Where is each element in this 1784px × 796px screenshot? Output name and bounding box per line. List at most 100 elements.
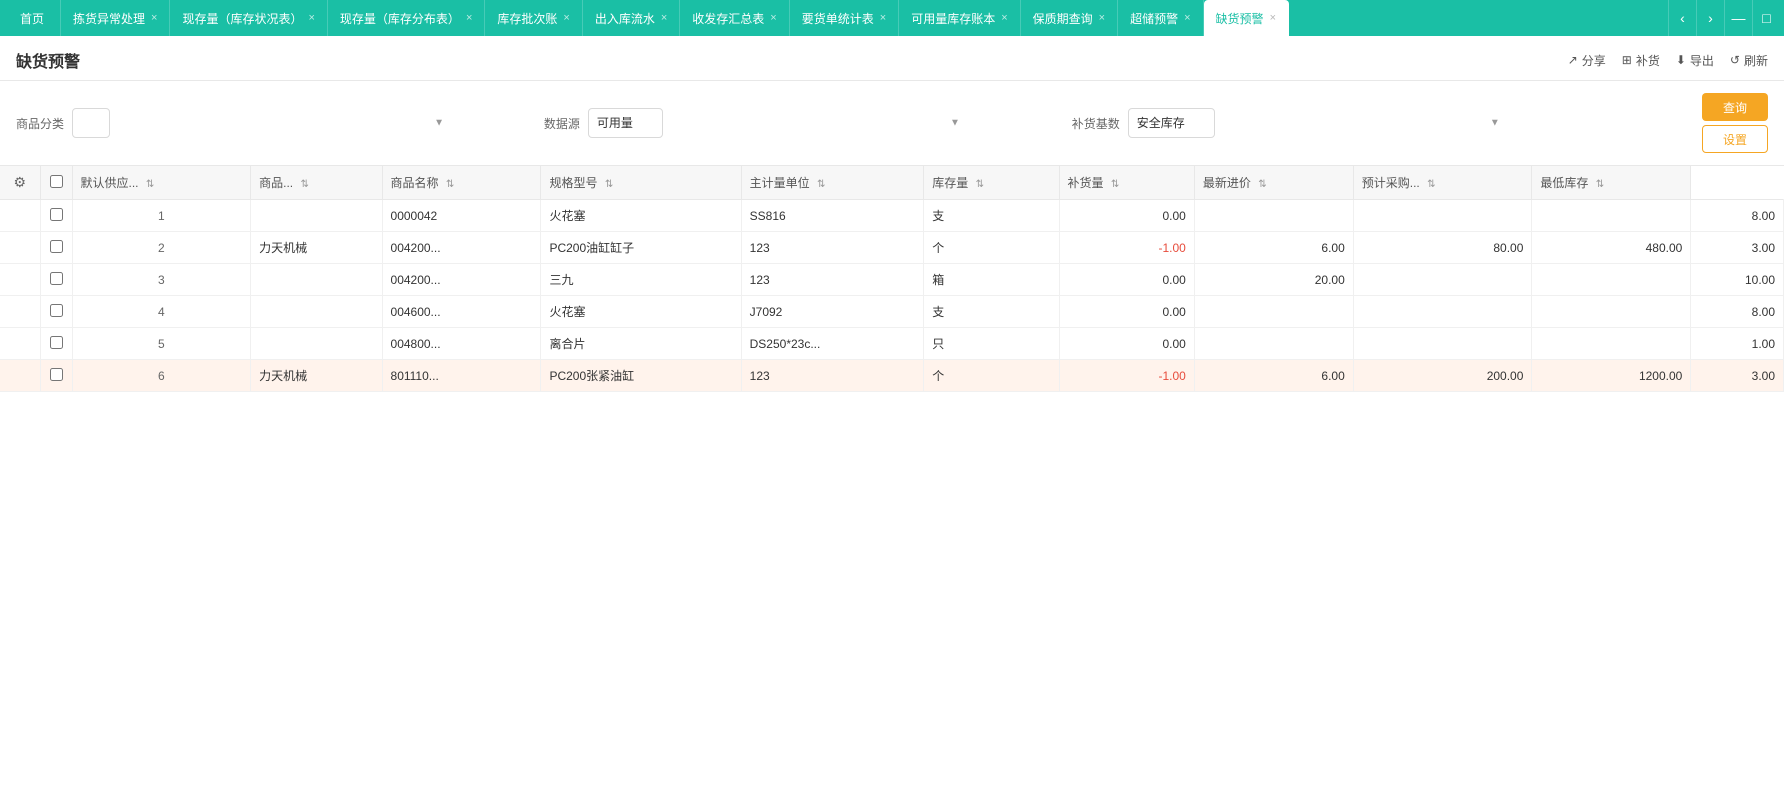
sort-stock-icon[interactable]: ⇅ bbox=[976, 179, 984, 190]
tab-close-overstock[interactable]: × bbox=[1184, 12, 1190, 24]
row-checkbox-1 bbox=[40, 232, 72, 264]
select-all-checkbox[interactable] bbox=[50, 175, 63, 188]
row-select-0[interactable] bbox=[50, 208, 63, 221]
row-stock-3: 0.00 bbox=[1059, 296, 1194, 328]
row-latest-price-1: 80.00 bbox=[1353, 232, 1532, 264]
row-select-2[interactable] bbox=[50, 272, 63, 285]
row-stock-0: 0.00 bbox=[1059, 200, 1194, 232]
tab-available[interactable]: 可用量库存账本 × bbox=[899, 0, 1020, 36]
row-checkbox-0 bbox=[40, 200, 72, 232]
tab-maximize[interactable]: □ bbox=[1752, 0, 1780, 36]
tab-minimize[interactable]: ― bbox=[1724, 0, 1752, 36]
row-name-2: 三九 bbox=[541, 264, 741, 296]
tab-close-shortage[interactable]: × bbox=[1270, 12, 1276, 24]
tab-abnormal[interactable]: 拣货异常处理 × bbox=[61, 0, 170, 36]
row-stock-4: 0.00 bbox=[1059, 328, 1194, 360]
row-select-5[interactable] bbox=[50, 368, 63, 381]
row-supplier-5: 力天机械 bbox=[251, 360, 382, 392]
settings-button[interactable]: 设置 bbox=[1702, 125, 1768, 153]
row-spec-2: 123 bbox=[741, 264, 924, 296]
category-select[interactable] bbox=[72, 108, 110, 138]
export-action[interactable]: ⬇ 导出 bbox=[1676, 52, 1714, 69]
row-replenish-5: 6.00 bbox=[1194, 360, 1353, 392]
replenish-basis-select[interactable]: 安全库存 bbox=[1128, 108, 1215, 138]
sort-price-icon[interactable]: ⇅ bbox=[1258, 179, 1266, 190]
sort-replenish-icon[interactable]: ⇅ bbox=[1111, 179, 1119, 190]
row-supplier-2 bbox=[251, 264, 382, 296]
row-estimated-purchase-5: 1200.00 bbox=[1532, 360, 1691, 392]
tab-receipt[interactable]: 收发存汇总表 × bbox=[680, 0, 789, 36]
sort-name-icon[interactable]: ⇅ bbox=[446, 179, 454, 190]
row-supplier-3 bbox=[251, 296, 382, 328]
data-table: ⚙ 默认供应... ⇅ 商品... ⇅ 商品名称 ⇅ bbox=[0, 165, 1784, 392]
data-source-chevron-icon: ▼ bbox=[950, 118, 960, 129]
tab-scroll-right[interactable]: › bbox=[1696, 0, 1724, 36]
row-num-1: 2 bbox=[72, 232, 251, 264]
row-spec-1: 123 bbox=[741, 232, 924, 264]
tab-inventory-status[interactable]: 现存量（库存状况表） × bbox=[170, 0, 327, 36]
sort-spec-icon[interactable]: ⇅ bbox=[605, 179, 613, 190]
sort-purchase-icon[interactable]: ⇅ bbox=[1427, 179, 1435, 190]
row-select-1[interactable] bbox=[50, 240, 63, 253]
row-min-stock-2: 10.00 bbox=[1691, 264, 1784, 296]
tab-batch[interactable]: 库存批次账 × bbox=[485, 0, 582, 36]
row-spec-5: 123 bbox=[741, 360, 924, 392]
th-settings: ⚙ bbox=[0, 166, 40, 200]
query-button[interactable]: 查询 bbox=[1702, 93, 1768, 121]
tab-bar: 首页 拣货异常处理 × 现存量（库存状况表） × 现存量（库存分布表） × 库存… bbox=[0, 0, 1784, 36]
tab-inventory-dist[interactable]: 现存量（库存分布表） × bbox=[328, 0, 485, 36]
tab-close-available[interactable]: × bbox=[1001, 12, 1007, 24]
tab-scroll-left[interactable]: ‹ bbox=[1668, 0, 1696, 36]
category-chevron-icon: ▼ bbox=[434, 118, 444, 129]
table-container: ⚙ 默认供应... ⇅ 商品... ⇅ 商品名称 ⇅ bbox=[0, 165, 1784, 392]
page-title: 缺货预警 bbox=[16, 48, 80, 72]
table-body: 1 0000042 火花塞 SS816 支 0.00 8.00 2 力天机械 0… bbox=[0, 200, 1784, 392]
row-select-4[interactable] bbox=[50, 336, 63, 349]
row-select-3[interactable] bbox=[50, 304, 63, 317]
tab-close-expiry[interactable]: × bbox=[1099, 12, 1105, 24]
tab-close-batch[interactable]: × bbox=[563, 12, 569, 24]
row-supplier-1: 力天机械 bbox=[251, 232, 382, 264]
row-settings-1 bbox=[0, 232, 40, 264]
row-replenish-3 bbox=[1194, 296, 1353, 328]
sort-supplier-icon[interactable]: ⇅ bbox=[146, 179, 154, 190]
tab-shortage[interactable]: 缺货预警 × bbox=[1204, 0, 1289, 36]
tab-close-inventory-status[interactable]: × bbox=[308, 12, 314, 24]
table-row: 2 力天机械 004200... PC200油缸缸子 123 个 -1.00 6… bbox=[0, 232, 1784, 264]
row-min-stock-1: 3.00 bbox=[1691, 232, 1784, 264]
tab-home[interactable]: 首页 bbox=[4, 0, 61, 36]
row-estimated-purchase-0 bbox=[1532, 200, 1691, 232]
tab-close-abnormal[interactable]: × bbox=[151, 12, 157, 24]
tab-demand[interactable]: 要货单统计表 × bbox=[790, 0, 899, 36]
table-header-row: ⚙ 默认供应... ⇅ 商品... ⇅ 商品名称 ⇅ bbox=[0, 166, 1784, 200]
refresh-action[interactable]: ↺ 刷新 bbox=[1730, 52, 1768, 69]
th-min-stock: 最低库存 ⇅ bbox=[1532, 166, 1691, 200]
row-num-5: 6 bbox=[72, 360, 251, 392]
sort-minstock-icon[interactable]: ⇅ bbox=[1596, 179, 1604, 190]
row-name-3: 火花塞 bbox=[541, 296, 741, 328]
replenish-basis-chevron-icon: ▼ bbox=[1490, 118, 1500, 129]
settings-gear-icon[interactable]: ⚙ bbox=[13, 174, 26, 190]
row-unit-4: 只 bbox=[924, 328, 1059, 360]
tab-overstock[interactable]: 超储预警 × bbox=[1118, 0, 1203, 36]
th-spec: 规格型号 ⇅ bbox=[541, 166, 741, 200]
row-code-0: 0000042 bbox=[382, 200, 541, 232]
category-filter-group: 商品分类 ▼ bbox=[16, 108, 528, 138]
replenish-action[interactable]: ⊞ 补货 bbox=[1622, 52, 1660, 69]
tab-inout[interactable]: 出入库流水 × bbox=[583, 0, 680, 36]
tab-close-receipt[interactable]: × bbox=[770, 12, 776, 24]
sort-unit-icon[interactable]: ⇅ bbox=[817, 179, 825, 190]
tab-close-inventory-dist[interactable]: × bbox=[466, 12, 472, 24]
tab-close-inout[interactable]: × bbox=[661, 12, 667, 24]
row-replenish-4 bbox=[1194, 328, 1353, 360]
tab-close-demand[interactable]: × bbox=[880, 12, 886, 24]
share-action[interactable]: ↗ 分享 bbox=[1568, 52, 1606, 69]
row-unit-5: 个 bbox=[924, 360, 1059, 392]
tab-expiry[interactable]: 保质期查询 × bbox=[1021, 0, 1118, 36]
page-content: 缺货预警 ↗ 分享 ⊞ 补货 ⬇ 导出 ↺ 刷新 商品分类 bbox=[0, 36, 1784, 796]
row-settings-4 bbox=[0, 328, 40, 360]
row-latest-price-5: 200.00 bbox=[1353, 360, 1532, 392]
sort-code-icon[interactable]: ⇅ bbox=[300, 179, 308, 190]
row-num-0: 1 bbox=[72, 200, 251, 232]
data-source-select[interactable]: 可用量 bbox=[588, 108, 663, 138]
